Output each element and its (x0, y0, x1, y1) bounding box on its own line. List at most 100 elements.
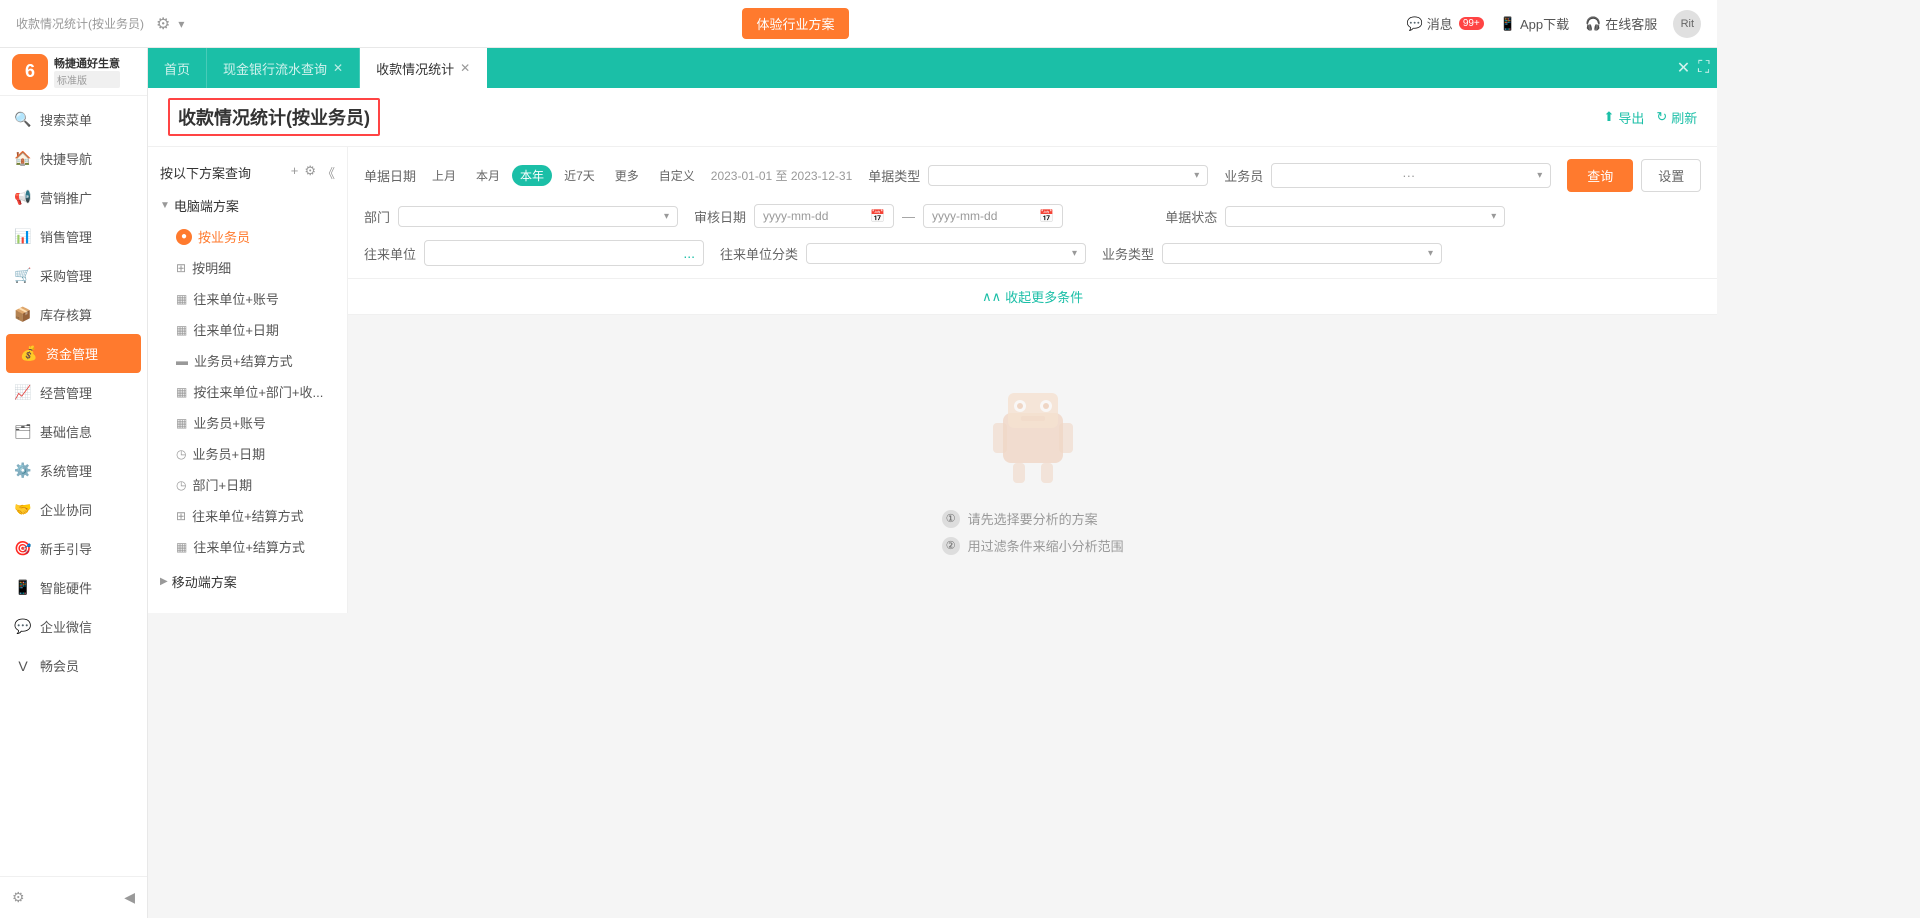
staff-more[interactable]: ··· (1402, 168, 1415, 183)
filter-row-3: 往来单位 ... 往来单位分类 (364, 240, 1701, 266)
sidebar-item-member[interactable]: V 畅会员 (0, 646, 147, 685)
query-button[interactable]: 查询 (1567, 159, 1633, 192)
app-download-button[interactable]: 📱 App下载 (1500, 14, 1569, 33)
scheme-item-dept-date[interactable]: ◷ 部门+日期 (148, 469, 347, 500)
sidebar-item-finance[interactable]: 💰 资金管理 (6, 334, 141, 373)
scheme-settings-icon[interactable]: ⚙ (304, 163, 316, 182)
page-content: 收款情况统计(按业务员) ⬆ 导出 ↻ 刷新 (148, 88, 1717, 918)
date-tab-more[interactable]: 更多 (607, 165, 647, 186)
scheme-item-by-staff[interactable]: ● 按业务员 (148, 221, 347, 252)
by-staff-label: 按业务员 (198, 227, 250, 246)
collapse-icon: ∧∧ (982, 289, 1001, 305)
messages-button[interactable]: 💬 消息 99+ (1407, 14, 1484, 33)
review-date-to[interactable]: yyyy-mm-dd 📅 (923, 204, 1063, 228)
expand-icon[interactable]: ⛶ (1698, 59, 1709, 77)
trial-button[interactable]: 体验行业方案 (742, 8, 848, 39)
staff-filter: 业务员 ··· ▾ (1224, 163, 1551, 188)
system-icon: ⚙️ (14, 462, 32, 480)
counterpart-category-select[interactable]: ▾ (806, 243, 1086, 264)
sidebar-item-basic[interactable]: 🗂 基础信息 (0, 412, 147, 451)
scheme-item-counterpart-account[interactable]: ▦ 往来单位+账号 (148, 283, 347, 314)
online-service-button[interactable]: 🎧 在线客服 (1585, 14, 1657, 33)
scheme-item-counterpart-settlement1[interactable]: ⊞ 往来单位+结算方式 (148, 500, 347, 531)
collapse-button[interactable]: ∧∧ 收起更多条件 (982, 287, 1083, 306)
sidebar-nav: 🔍 搜索菜单 🏠 快捷导航 📢 营销推广 📊 销售管理 🛒 采购管 (0, 96, 147, 876)
sidebar-item-search[interactable]: 🔍 搜索菜单 (0, 100, 147, 139)
scheme-item-counterpart-date[interactable]: ▦ 往来单位+日期 (148, 314, 347, 345)
doctype-select[interactable]: ▾ (928, 165, 1208, 186)
export-button[interactable]: ⬆ 导出 (1603, 108, 1644, 127)
date-tab-last-month[interactable]: 上月 (424, 165, 464, 186)
tab-receipts-close[interactable]: ✕ (460, 61, 470, 75)
empty-hint-2: ② 用过滤条件来缩小分析范围 (942, 536, 1124, 555)
counterpart-date-label: 往来单位+日期 (193, 320, 279, 339)
page-header: 收款情况统计(按业务员) ⬆ 导出 ↻ 刷新 (148, 88, 1717, 147)
tab-bank[interactable]: 现金银行流水查询 ✕ (207, 48, 360, 88)
counterpart-dots[interactable]: ... (683, 245, 695, 261)
scheme-item-counterpart-settlement2[interactable]: ▦ 往来单位+结算方式 (148, 531, 347, 562)
refresh-button[interactable]: ↻ 刷新 (1656, 108, 1697, 127)
refresh-icon: ↻ (1656, 109, 1667, 125)
scheme-group-mobile-header[interactable]: ▶ 移动端方案 (148, 566, 347, 597)
doctype-filter: 单据类型 ▾ (868, 165, 1208, 186)
mobile-group-label: 移动端方案 (172, 572, 237, 591)
sidebar-item-wechat[interactable]: 💬 企业微信 (0, 607, 147, 646)
tab-home[interactable]: 首页 (148, 48, 207, 88)
cs2-icon: ▦ (176, 540, 187, 554)
tab-receipts[interactable]: 收款情况统计 ✕ (360, 48, 487, 88)
review-date-from[interactable]: yyyy-mm-dd 📅 (754, 204, 894, 228)
staff-select[interactable]: ··· ▾ (1271, 163, 1551, 188)
scheme-collapse-icon[interactable]: 《 (322, 163, 335, 182)
tabbar: 首页 现金银行流水查询 ✕ 收款情况统计 ✕ ✕ ⛶ (148, 48, 1717, 88)
finance-icon: 💰 (20, 345, 38, 363)
staff-account-label: 业务员+账号 (193, 413, 266, 432)
scheme-item-staff-date[interactable]: ◷ 业务员+日期 (148, 438, 347, 469)
sidebar-item-sales[interactable]: 📊 销售管理 (0, 217, 147, 256)
date-tab-custom[interactable]: 自定义 (651, 165, 703, 186)
sidebar-item-marketing[interactable]: 📢 营销推广 (0, 178, 147, 217)
sidebar-item-inventory[interactable]: 📦 库存核算 (0, 295, 147, 334)
tab-bank-label: 现金银行流水查询 (223, 59, 327, 78)
calendar-icon: 📅 (870, 209, 885, 223)
tab-bank-close[interactable]: ✕ (333, 61, 343, 75)
collapse-sidebar-icon[interactable]: ◀ (120, 885, 139, 910)
scheme-item-staff-account[interactable]: ▦ 业务员+账号 (148, 407, 347, 438)
settings-footer-icon[interactable]: ⚙ (8, 885, 29, 910)
scheme-add-icon[interactable]: + (291, 163, 299, 182)
empty-illustration (973, 373, 1093, 493)
sidebar-item-enterprise[interactable]: 🤝 企业协同 (0, 490, 147, 529)
sidebar-item-purchase[interactable]: 🛒 采购管理 (0, 256, 147, 295)
doc-status-select[interactable]: ▾ (1225, 206, 1505, 227)
sidebar-item-hardware[interactable]: 📱 智能硬件 (0, 568, 147, 607)
date-tab-last7[interactable]: 近7天 (556, 165, 603, 186)
scheme-item-counterpart-dept[interactable]: ▦ 按往来单位+部门+收... (148, 376, 347, 407)
topbar-dropdown[interactable]: ▾ (178, 17, 184, 31)
sidebar-item-nav[interactable]: 🏠 快捷导航 (0, 139, 147, 178)
biz-type-select[interactable]: ▾ (1162, 243, 1442, 264)
date-tab-this-month[interactable]: 本月 (468, 165, 508, 186)
scheme-group-mobile: ▶ 移动端方案 (148, 566, 347, 597)
dept-select[interactable]: ▾ (398, 206, 678, 227)
guide-icon: 🎯 (14, 540, 32, 558)
wechat-icon: 💬 (14, 618, 32, 636)
user-avatar[interactable]: Rit (1673, 10, 1701, 38)
date-tab-this-year[interactable]: 本年 (512, 165, 552, 186)
close-all-icon[interactable]: ✕ (1677, 58, 1690, 78)
empty-hints: ① 请先选择要分析的方案 ② 用过滤条件来缩小分析范围 (942, 509, 1124, 555)
counterpart-select[interactable]: ... (424, 240, 704, 266)
topbar-settings-icon[interactable]: ⚙ (156, 14, 170, 34)
counterpart-label: 往来单位 (364, 244, 416, 263)
settings-button[interactable]: 设置 (1641, 159, 1701, 192)
filter-row-2: 部门 ▾ 审核日期 yyyy-mm-dd (364, 204, 1701, 228)
sidebar-item-system[interactable]: ⚙️ 系统管理 (0, 451, 147, 490)
biz-type-arrow: ▾ (1428, 248, 1433, 259)
date-separator: — (902, 209, 915, 224)
marketing-icon: 📢 (14, 189, 32, 207)
scheme-item-by-detail[interactable]: ⊞ 按明细 (148, 252, 347, 283)
cs1-label: 往来单位+结算方式 (192, 506, 304, 525)
scheme-group-pc-header[interactable]: ▼ 电脑端方案 (148, 190, 347, 221)
scheme-item-staff-settlement[interactable]: ▬ 业务员+结算方式 (148, 345, 347, 376)
sidebar-item-guide[interactable]: 🎯 新手引导 (0, 529, 147, 568)
sidebar-item-operation[interactable]: 📈 经营管理 (0, 373, 147, 412)
page-title: 收款情况统计(按业务员) (168, 98, 380, 136)
